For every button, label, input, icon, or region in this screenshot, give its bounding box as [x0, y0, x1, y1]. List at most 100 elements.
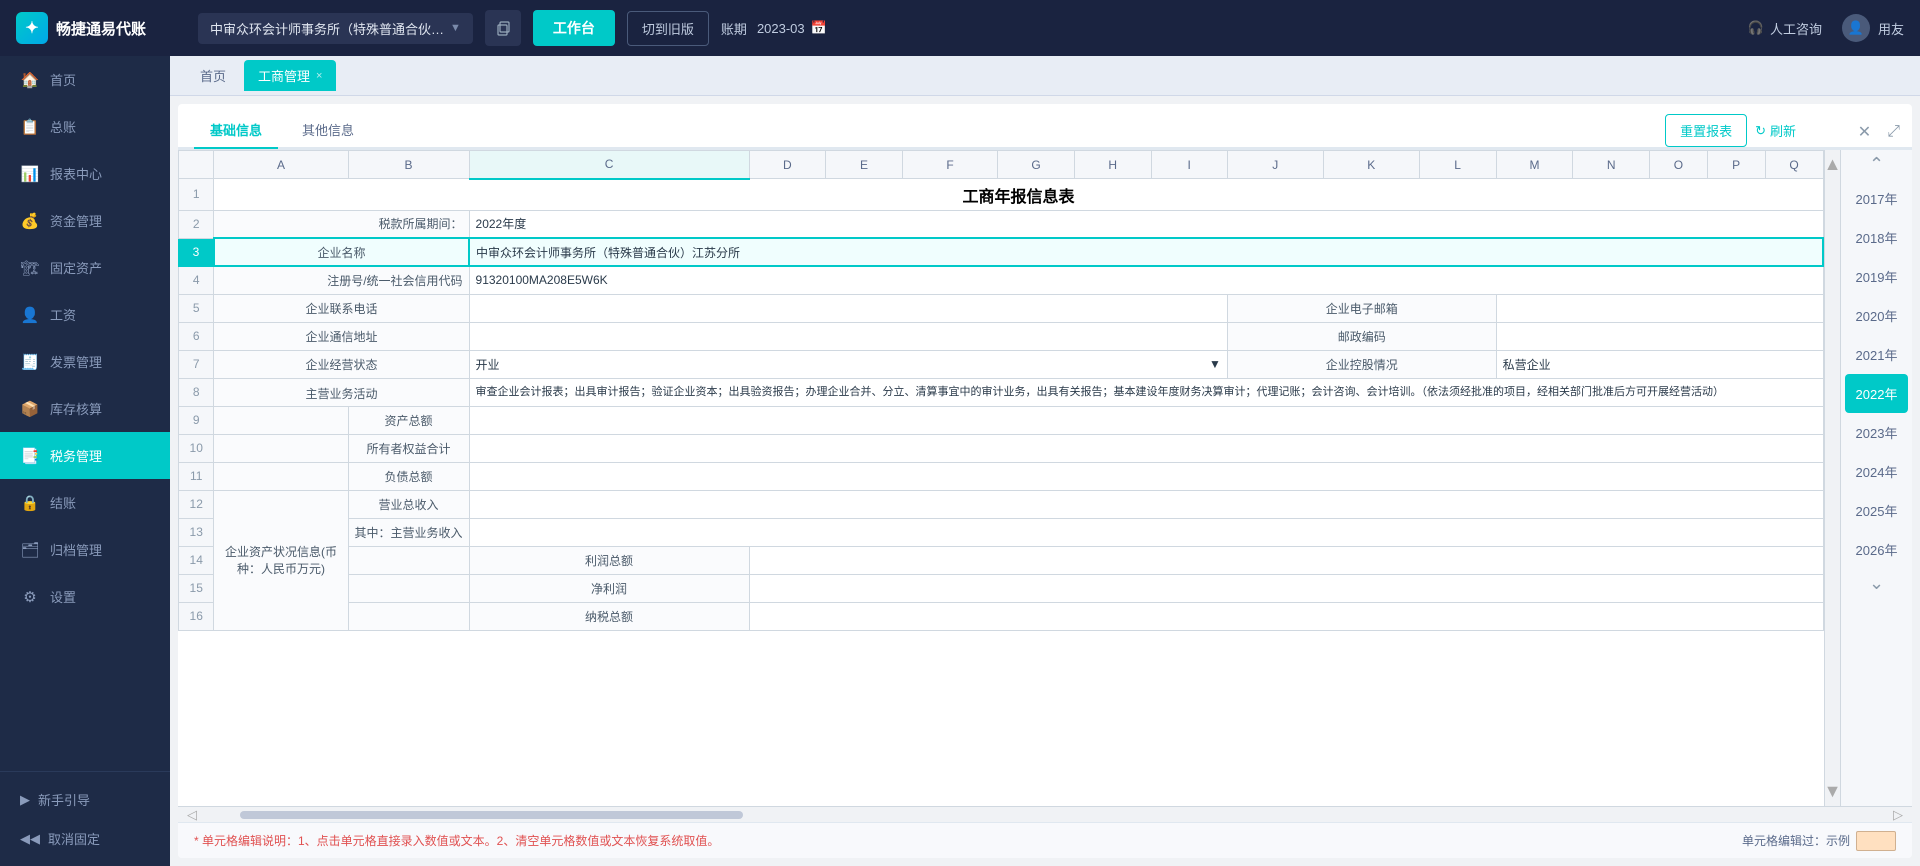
switch-version-button[interactable]: 切到旧版: [627, 11, 709, 46]
chevron-down-icon: ▼: [450, 22, 461, 34]
cell-value-11[interactable]: [469, 462, 1823, 490]
tab-other-info[interactable]: 其他信息: [286, 112, 370, 149]
close-window-button[interactable]: ✕: [1854, 120, 1875, 144]
cell-empty-a-16: [348, 602, 469, 630]
col-e: E: [826, 151, 903, 179]
sidebar-item-assets[interactable]: 🏗 固定资产: [0, 244, 170, 291]
year-item-2026年[interactable]: 2026年: [1841, 530, 1912, 569]
content-area: 首页 工商管理 × ✕ ⤢ 基础信息 其他信息 重置报表: [170, 56, 1920, 866]
year-item-2021年[interactable]: 2021年: [1841, 335, 1912, 374]
sidebar-scroll: 🏠 首页 📋 总账 📊 报表中心 💰 资金管理 🏗 固定资产 👤 工资 🧾 发票…: [0, 56, 170, 771]
row-num-13: 13: [179, 518, 214, 546]
copy-icon: [495, 20, 511, 36]
year-item-2020年[interactable]: 2020年: [1841, 296, 1912, 335]
cell-left-value-5[interactable]: [469, 294, 1227, 322]
sidebar-item-reports[interactable]: 📊 报表中心: [0, 150, 170, 197]
row-num-7: 7: [179, 350, 214, 378]
year-item-2019年[interactable]: 2019年: [1841, 257, 1912, 296]
cell-left-value-6[interactable]: [469, 322, 1227, 350]
year-next-btn[interactable]: ⌄: [1841, 569, 1912, 598]
cell-value-15[interactable]: [749, 574, 1823, 602]
header-right: 🎧 人工咨询 👤 用友: [1748, 14, 1904, 42]
horizontal-scroll[interactable]: ◁ ▷: [178, 806, 1912, 822]
cell-right-label-6: 邮政编码: [1227, 322, 1496, 350]
cell-label-14: 利润总额: [469, 546, 749, 574]
company-selector[interactable]: 中审众环会计师事务所（特殊普通合伙… ▼: [198, 13, 473, 44]
tab-basic-info[interactable]: 基础信息: [194, 112, 278, 149]
sidebar-item-tax[interactable]: 📑 税务管理: [0, 432, 170, 479]
cell-dropdown-value-7[interactable]: 开业▼: [469, 350, 1227, 378]
sidebar-item-inventory[interactable]: 📦 库存核算: [0, 385, 170, 432]
cell-value-10[interactable]: [469, 434, 1823, 462]
sidebar-label-archive: 归档管理: [50, 540, 102, 559]
workbench-button[interactable]: 工作台: [533, 10, 615, 46]
cell-value-14[interactable]: [749, 546, 1823, 574]
table-row-16: 16纳税总额: [179, 602, 1824, 630]
refresh-icon: ↻: [1755, 123, 1766, 139]
cell-value-2[interactable]: 2022年度: [469, 210, 1823, 238]
tab-close-icon[interactable]: ×: [316, 70, 322, 82]
sidebar-item-ledger[interactable]: 📋 总账: [0, 103, 170, 150]
cell-value-13[interactable]: [469, 518, 1823, 546]
cell-label-10: 所有者权益合计: [348, 434, 469, 462]
cell-value-4[interactable]: 91320100MA208E5W6K: [469, 266, 1823, 294]
year-item-2022年[interactable]: 2022年: [1845, 374, 1908, 413]
cell-value-12[interactable]: [469, 490, 1823, 518]
expand-window-button[interactable]: ⤢: [1883, 120, 1904, 144]
cell-value-16[interactable]: [749, 602, 1823, 630]
invoices-icon: 🧾: [20, 353, 40, 371]
col-j: J: [1227, 151, 1323, 179]
cell-value-3[interactable]: 中审众环会计师事务所（特殊普通合伙）江苏分所: [469, 238, 1823, 266]
year-item-2023年[interactable]: 2023年: [1841, 413, 1912, 452]
cell-label-2: 税款所属期间：: [214, 210, 469, 238]
sidebar: 🏠 首页 📋 总账 📊 报表中心 💰 资金管理 🏗 固定资产 👤 工资 🧾 发票…: [0, 56, 170, 866]
sidebar-item-invoices[interactable]: 🧾 发票管理: [0, 338, 170, 385]
year-item-2025年[interactable]: 2025年: [1841, 491, 1912, 530]
calendar-icon[interactable]: 📅: [811, 20, 827, 36]
h-scrollbar-thumb[interactable]: [240, 811, 743, 819]
cell-value-9[interactable]: [469, 406, 1823, 434]
cell-label-11: 负债总额: [348, 462, 469, 490]
home-icon: 🏠: [20, 71, 40, 89]
top-header: ✦ 畅捷通易代账 中审众环会计师事务所（特殊普通合伙… ▼ 工作台 切到旧版 账…: [0, 0, 1920, 56]
col-a: A: [214, 151, 348, 179]
col-b: B: [348, 151, 469, 179]
row-num-6: 6: [179, 322, 214, 350]
sidebar-bottom: ▶ 新手引导 ◀◀ 取消固定: [0, 771, 170, 866]
inventory-icon: 📦: [20, 400, 40, 418]
sidebar-item-new-guide[interactable]: ▶ 新手引导: [0, 780, 170, 819]
user-area[interactable]: 👤 用友: [1842, 14, 1904, 42]
year-item-2018年[interactable]: 2018年: [1841, 218, 1912, 257]
cell-right-value-6[interactable]: [1496, 322, 1823, 350]
scroll-right-btn[interactable]: ▷: [1888, 807, 1908, 823]
sidebar-item-funds[interactable]: 💰 资金管理: [0, 197, 170, 244]
sidebar-label-closing: 结账: [50, 493, 76, 512]
sidebar-item-archive[interactable]: 🗂 归档管理: [0, 526, 170, 573]
sidebar-item-unpin[interactable]: ◀◀ 取消固定: [0, 819, 170, 858]
reports-icon: 📊: [20, 165, 40, 183]
refresh-button[interactable]: ↻ 刷新: [1755, 121, 1796, 140]
copy-button[interactable]: [485, 10, 521, 46]
cell-label-5: 企业联系电话: [214, 294, 469, 322]
cell-sublabel-13: 其中：主营业务收入: [348, 518, 469, 546]
year-item-2017年[interactable]: 2017年: [1841, 179, 1912, 218]
sidebar-item-home[interactable]: 🏠 首页: [0, 56, 170, 103]
spreadsheet-main[interactable]: A B C D E F G H I J K L: [178, 150, 1824, 806]
tab-business[interactable]: 工商管理 ×: [244, 60, 336, 91]
scroll-left-btn[interactable]: ◁: [182, 807, 202, 823]
cell-right-value-7[interactable]: 私营企业: [1496, 350, 1823, 378]
service-button[interactable]: 🎧 人工咨询: [1748, 19, 1822, 38]
cell-right-value-5[interactable]: [1496, 294, 1823, 322]
vertical-scrollbar[interactable]: ▲ ▼: [1824, 150, 1840, 806]
period-label: 账期: [721, 19, 747, 38]
sidebar-item-settings[interactable]: ⚙ 设置: [0, 573, 170, 620]
cell-multiline-value-8[interactable]: 审查企业会计报表；出具审计报告；验证企业资本；出具验资报告；办理企业合并、分立、…: [469, 378, 1823, 406]
year-item-2024年[interactable]: 2024年: [1841, 452, 1912, 491]
sidebar-item-closing[interactable]: 🔒 结账: [0, 479, 170, 526]
tab-home[interactable]: 首页: [186, 60, 240, 91]
sidebar-item-payroll[interactable]: 👤 工资: [0, 291, 170, 338]
year-prev-btn[interactable]: ⌃: [1841, 150, 1912, 179]
content-header-area: 基础信息 其他信息 重置报表 ↻ 刷新: [178, 104, 1912, 150]
reset-report-button[interactable]: 重置报表: [1665, 114, 1747, 147]
logo-text: 畅捷通易代账: [56, 18, 146, 39]
